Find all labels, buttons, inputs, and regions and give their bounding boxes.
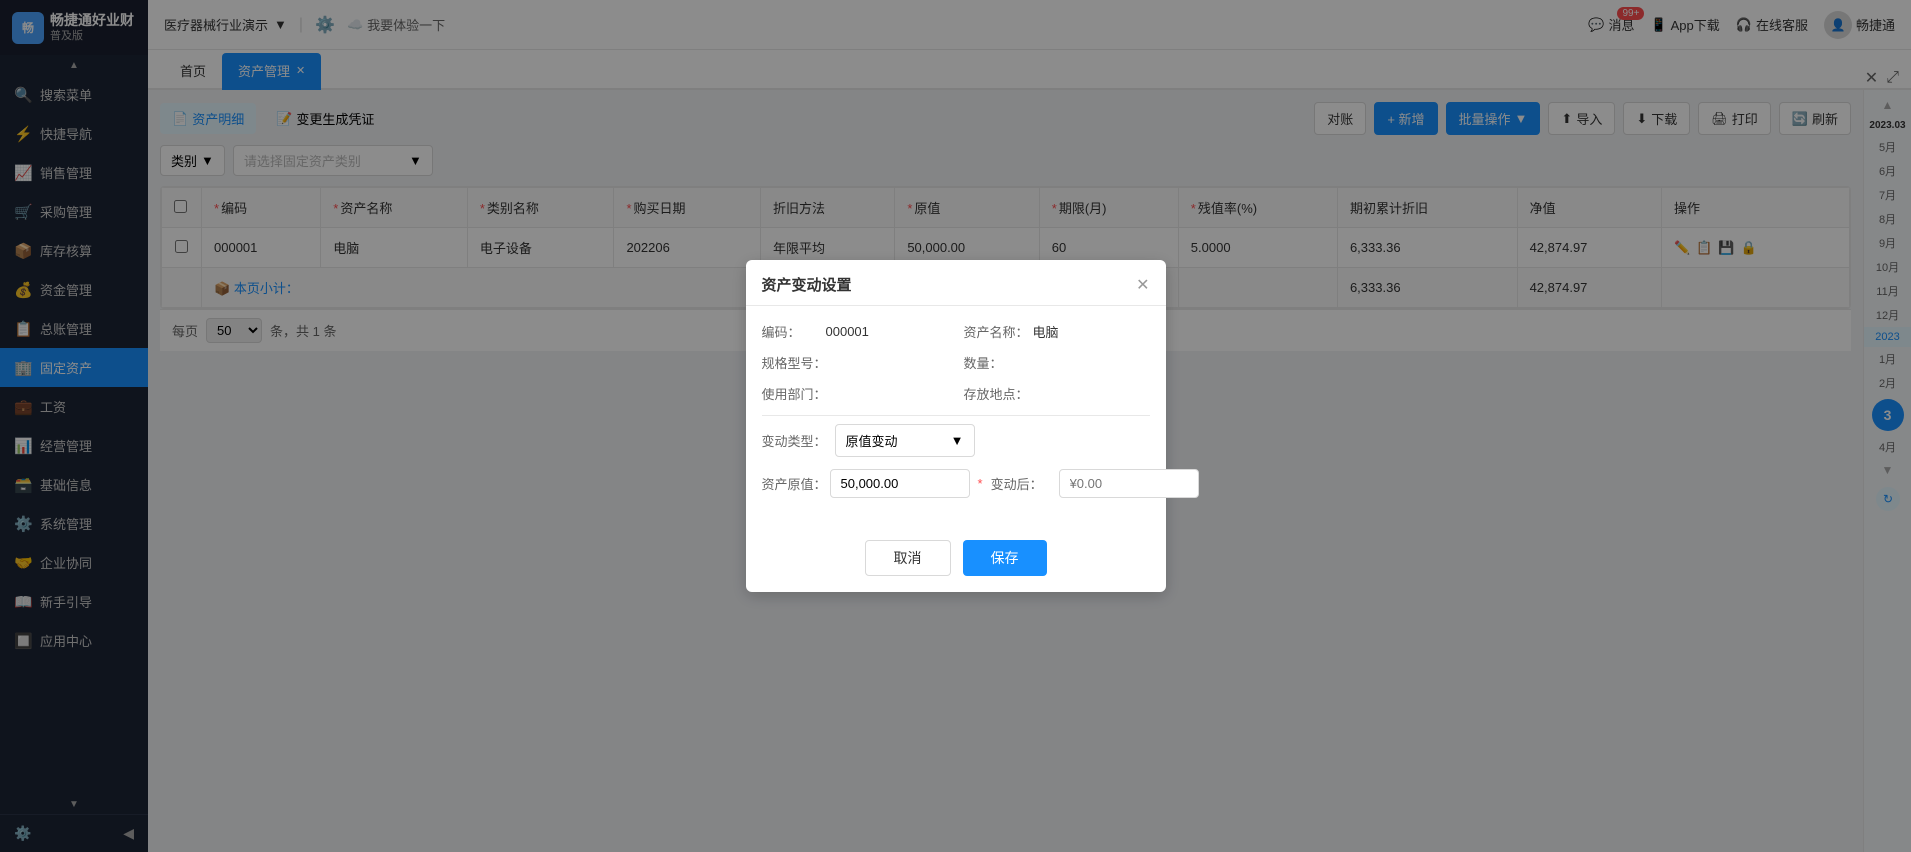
modal-row-code-name: 编码： 000001 资产名称： 电脑 — [762, 322, 1150, 341]
modal-overlay[interactable]: 资产变动设置 ✕ 编码： 000001 资产名称： 电脑 规格型号： — [0, 0, 1911, 852]
spec-label: 规格型号： — [762, 353, 827, 372]
save-button[interactable]: 保存 — [963, 540, 1047, 576]
modal-field-quantity: 数量： — [964, 353, 1150, 372]
modal-row-dept-location: 使用部门： 存放地点： — [762, 384, 1150, 403]
quantity-label: 数量： — [964, 353, 1024, 372]
modal-footer: 取消 保存 — [746, 530, 1166, 592]
change-type-select[interactable]: 原值变动 ▼ — [835, 424, 975, 457]
asset-name-label: 资产名称： — [964, 322, 1029, 341]
modal-divider — [762, 415, 1150, 416]
after-label: 变动后： — [991, 474, 1051, 493]
modal-field-dept: 使用部门： — [762, 384, 948, 403]
original-value-input[interactable] — [830, 469, 970, 498]
asset-name-value: 电脑 — [1033, 322, 1059, 341]
modal-field-code: 编码： 000001 — [762, 322, 948, 341]
change-type-value: 原值变动 — [846, 431, 898, 450]
code-label: 编码： — [762, 322, 822, 341]
modal-header: 资产变动设置 ✕ — [746, 260, 1166, 306]
required-star: * — [978, 476, 983, 491]
location-label: 存放地点： — [964, 384, 1029, 403]
after-value-input[interactable] — [1059, 469, 1199, 498]
original-value-label: 资产原值： — [762, 474, 822, 493]
asset-change-modal: 资产变动设置 ✕ 编码： 000001 资产名称： 电脑 规格型号： — [746, 260, 1166, 592]
modal-title: 资产变动设置 — [762, 274, 852, 295]
change-type-chevron-icon: ▼ — [951, 433, 964, 448]
modal-row-spec-qty: 规格型号： 数量： — [762, 353, 1150, 372]
modal-value-row: 资产原值： * 变动后： — [762, 469, 1150, 498]
cancel-button[interactable]: 取消 — [865, 540, 951, 576]
dept-label: 使用部门： — [762, 384, 827, 403]
modal-field-asset-name: 资产名称： 电脑 — [964, 322, 1150, 341]
code-value: 000001 — [826, 324, 869, 339]
modal-body: 编码： 000001 资产名称： 电脑 规格型号： 数量： — [746, 306, 1166, 530]
modal-change-type-row: 变动类型： 原值变动 ▼ — [762, 424, 1150, 457]
modal-field-spec: 规格型号： — [762, 353, 948, 372]
modal-close-button[interactable]: ✕ — [1136, 275, 1149, 295]
modal-field-location: 存放地点： — [964, 384, 1150, 403]
change-type-label: 变动类型： — [762, 431, 827, 450]
